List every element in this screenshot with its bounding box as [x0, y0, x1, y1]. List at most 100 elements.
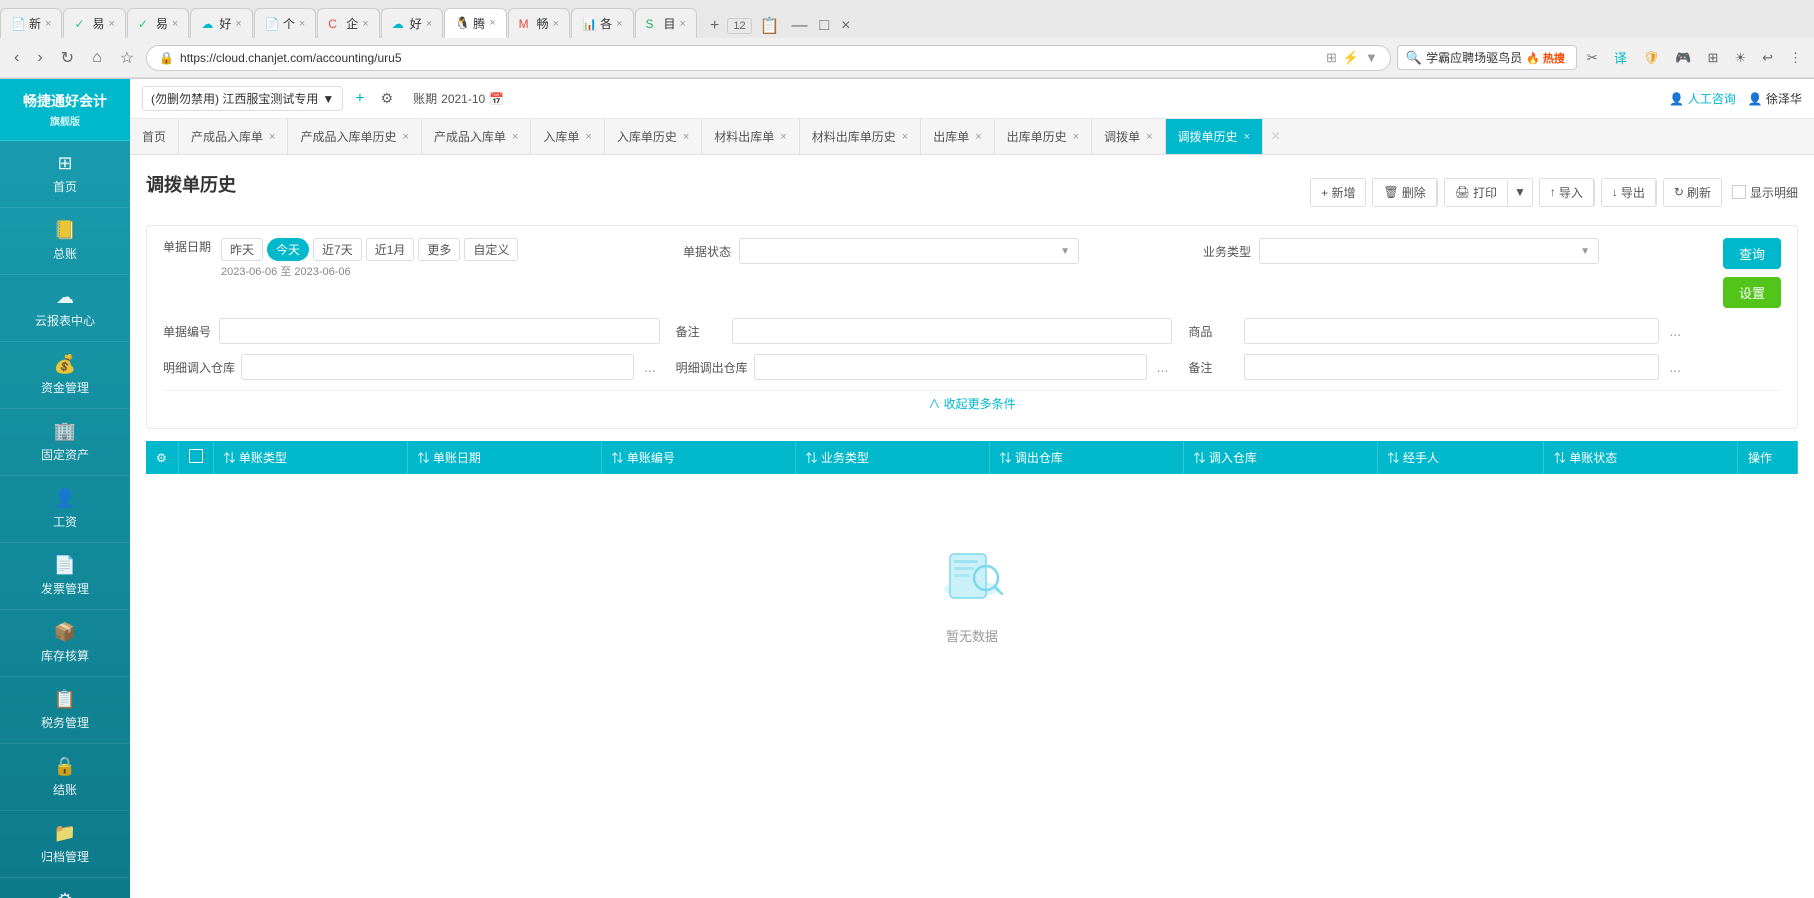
- th-in-warehouse[interactable]: ⇅ 调入仓库: [1183, 441, 1377, 474]
- tab-close-10[interactable]: ×: [616, 18, 622, 30]
- sidebar-item-inventory[interactable]: 📦 库存核算: [0, 610, 130, 677]
- tab-close-4[interactable]: ×: [235, 18, 241, 30]
- close-all-tabs-btn[interactable]: ×: [1263, 128, 1288, 146]
- th-doc-type[interactable]: ⇅ 单账类型: [213, 441, 407, 474]
- header-checkbox[interactable]: [189, 449, 203, 463]
- game-icon[interactable]: 🎮: [1671, 48, 1695, 68]
- page-tab-home[interactable]: 首页: [130, 119, 179, 155]
- doc-number-input[interactable]: [219, 318, 660, 344]
- th-doc-status[interactable]: ⇅ 单账状态: [1543, 441, 1737, 474]
- company-selector[interactable]: (勿删勿禁用) 江西服宝测试专用 ▼: [142, 86, 343, 111]
- browser-tab-teng[interactable]: 🐧 腾 ×: [444, 8, 506, 38]
- home-btn[interactable]: ⌂: [86, 47, 108, 69]
- th-doc-date[interactable]: ⇅ 单账日期: [407, 441, 601, 474]
- page-tab-product-in-close[interactable]: ×: [269, 131, 275, 143]
- detail-out-input[interactable]: [754, 354, 1147, 380]
- status-select[interactable]: ▼: [739, 238, 1079, 264]
- more-icon[interactable]: ⋮: [1785, 48, 1806, 68]
- sidebar-item-tax[interactable]: 📋 税务管理: [0, 677, 130, 744]
- tab-close-3[interactable]: ×: [172, 18, 178, 30]
- query-btn[interactable]: 查询: [1723, 238, 1781, 269]
- browser-tab-yi1[interactable]: ✓ 易 ×: [63, 8, 125, 38]
- note2-dots[interactable]: ...: [1665, 359, 1685, 375]
- page-tab-material-out[interactable]: 材料出库单 ×: [702, 119, 799, 155]
- brightness-icon[interactable]: ☀: [1730, 48, 1750, 68]
- page-tab-out-history-close[interactable]: ×: [1073, 131, 1079, 143]
- sidebar-item-closing[interactable]: 🔒 结账: [0, 744, 130, 811]
- page-tab-transfer-close[interactable]: ×: [1146, 131, 1152, 143]
- browser-tab-new[interactable]: 📄 新 ×: [0, 8, 62, 38]
- page-tab-material-out-history-close[interactable]: ×: [902, 131, 908, 143]
- browser-tab-chang[interactable]: M 畅 ×: [508, 8, 570, 38]
- page-tab-in-history-close[interactable]: ×: [683, 131, 689, 143]
- date-btn-today[interactable]: 今天: [267, 238, 309, 261]
- detail-out-dots[interactable]: ...: [1153, 359, 1173, 375]
- import-btn[interactable]: ↑ 导入: [1540, 179, 1594, 206]
- detail-in-input[interactable]: [241, 354, 634, 380]
- sidebar-item-fixed-assets[interactable]: 🏢 固定资产: [0, 409, 130, 476]
- date-btn-1month[interactable]: 近1月: [366, 238, 415, 261]
- sidebar-item-ledger[interactable]: 📒 总账: [0, 208, 130, 275]
- grid-icon[interactable]: ⊞: [1704, 48, 1723, 68]
- page-tab-in-order-close[interactable]: ×: [585, 131, 591, 143]
- page-tab-product-in2[interactable]: 产成品入库单 ×: [422, 119, 531, 155]
- note2-input[interactable]: [1244, 354, 1659, 380]
- new-btn[interactable]: + 新增: [1310, 178, 1366, 207]
- back-btn[interactable]: ‹: [8, 47, 25, 69]
- goods-input[interactable]: [1244, 318, 1659, 344]
- browser-tab-yi2[interactable]: ✓ 易 ×: [127, 8, 189, 38]
- th-check[interactable]: [178, 441, 213, 474]
- page-tab-in-history[interactable]: 入库单历史 ×: [605, 119, 702, 155]
- biz-type-select[interactable]: ▼: [1259, 238, 1599, 264]
- browser-tab-mu[interactable]: S 目 ×: [635, 8, 697, 38]
- sidebar-item-invoice[interactable]: 📄 发票管理: [0, 543, 130, 610]
- browser-tab-hao1[interactable]: ☁ 好 ×: [190, 8, 252, 38]
- detail-in-dots[interactable]: ...: [640, 359, 660, 375]
- page-tab-product-in[interactable]: 产成品入库单 ×: [179, 119, 288, 155]
- tab-close-7[interactable]: ×: [426, 18, 432, 30]
- bookmark-btn[interactable]: ☆: [114, 46, 140, 70]
- th-handler[interactable]: ⇅ 经手人: [1377, 441, 1543, 474]
- note-input[interactable]: [732, 318, 1173, 344]
- add-company-btn[interactable]: +: [351, 88, 368, 110]
- browser-tab-qi[interactable]: C 企 ×: [317, 8, 379, 38]
- sidebar-item-wage[interactable]: 👤 工资: [0, 476, 130, 543]
- th-doc-no[interactable]: ⇅ 单账编号: [601, 441, 795, 474]
- collapse-btn[interactable]: ∧ 收起更多条件: [163, 390, 1781, 416]
- minimize-btn[interactable]: —: [788, 15, 812, 37]
- print-btn[interactable]: 🖨 打印: [1445, 179, 1508, 206]
- page-tab-transfer[interactable]: 调拨单 ×: [1092, 119, 1165, 155]
- date-btn-more[interactable]: 更多: [418, 238, 460, 261]
- browser-tab-hao2[interactable]: ☁ 好 ×: [381, 8, 443, 38]
- user-info[interactable]: 👤 徐泽华: [1748, 90, 1802, 107]
- tab-close-5[interactable]: ×: [299, 18, 305, 30]
- calendar-icon[interactable]: 📅: [489, 92, 504, 106]
- sidebar-item-fund[interactable]: 💰 资金管理: [0, 342, 130, 409]
- page-tab-transfer-history-close[interactable]: ×: [1244, 131, 1250, 143]
- th-gear[interactable]: ⚙: [146, 441, 178, 474]
- browser-tab-ge[interactable]: 📄 个 ×: [254, 8, 316, 38]
- forward-btn[interactable]: ›: [31, 47, 48, 69]
- page-tab-transfer-history[interactable]: 调拨单历史 ×: [1166, 119, 1263, 155]
- goods-dots[interactable]: ...: [1665, 323, 1685, 339]
- date-btn-custom[interactable]: 自定义: [464, 238, 518, 261]
- sidebar-logo[interactable]: 畅捷通好会计 旗舰版: [0, 79, 130, 141]
- show-detail-checkbox[interactable]: [1732, 185, 1746, 199]
- cut-icon[interactable]: ✂: [1583, 48, 1602, 68]
- sidebar-item-report[interactable]: ☁ 云报表中心: [0, 275, 130, 342]
- tab-close-2[interactable]: ×: [108, 18, 114, 30]
- page-tab-out-history[interactable]: 出库单历史 ×: [995, 119, 1092, 155]
- tab-close-11[interactable]: ×: [680, 18, 686, 30]
- shield-icon[interactable]: 🛡: [1639, 48, 1664, 68]
- browser-tab-ge2[interactable]: 📊 各 ×: [571, 8, 633, 38]
- sidebar-item-settings[interactable]: ⚙ 基础设置: [0, 878, 130, 898]
- refresh-btn[interactable]: ↻: [55, 46, 80, 70]
- maximize-btn[interactable]: □: [816, 15, 834, 37]
- tab-close-9[interactable]: ×: [553, 18, 559, 30]
- new-tab-btn[interactable]: +: [706, 15, 723, 37]
- search-bar[interactable]: 🔍 学霸应聘场驱鸟员 🔥 热搜: [1397, 45, 1577, 70]
- company-settings-btn[interactable]: ⚙: [377, 88, 398, 109]
- undo-icon[interactable]: ↩: [1758, 48, 1777, 68]
- page-tab-product-in2-close[interactable]: ×: [512, 131, 518, 143]
- settings-btn[interactable]: 设置: [1723, 277, 1781, 308]
